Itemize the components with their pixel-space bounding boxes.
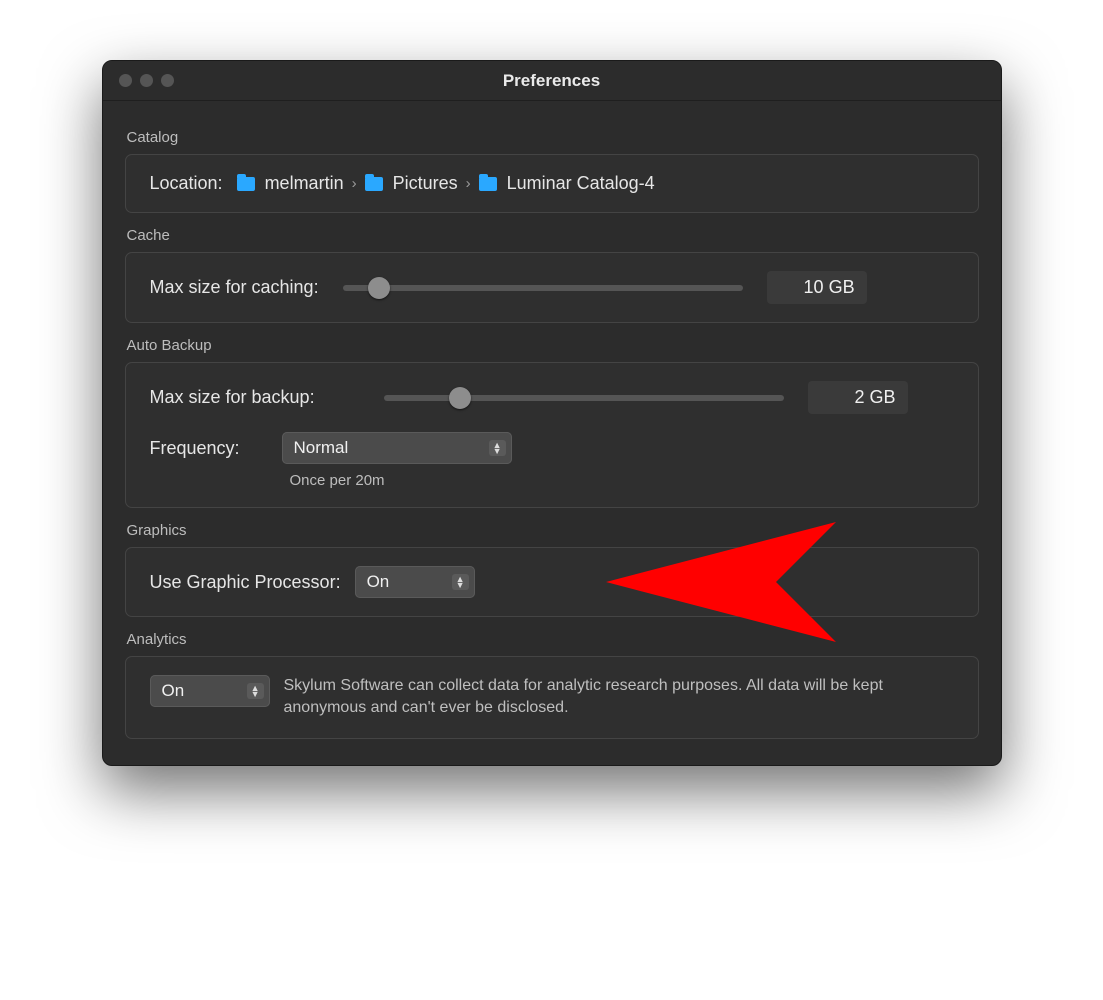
folder-icon: [479, 177, 497, 191]
path-segment: Luminar Catalog-4: [507, 173, 655, 194]
backup-size-slider[interactable]: [384, 395, 784, 401]
frequency-hint: Once per 20m: [290, 472, 954, 489]
minimize-window-button[interactable]: [140, 74, 153, 87]
section-label-backup: Auto Backup: [127, 337, 979, 354]
cache-size-slider[interactable]: [343, 285, 743, 291]
gpu-label: Use Graphic Processor:: [150, 572, 341, 593]
close-window-button[interactable]: [119, 74, 132, 87]
cache-size-value[interactable]: 10 GB: [767, 271, 867, 304]
path-segment: melmartin: [265, 173, 344, 194]
analytics-description: Skylum Software can collect data for ana…: [284, 675, 954, 720]
analytics-select[interactable]: On ▲▼: [150, 675, 270, 707]
section-label-analytics: Analytics: [127, 631, 979, 648]
folder-icon: [237, 177, 255, 191]
location-label: Location:: [150, 173, 223, 194]
slider-knob[interactable]: [449, 387, 471, 409]
catalog-path-breadcrumb[interactable]: melmartin › Pictures › Luminar Catalog-4: [237, 173, 655, 194]
window-controls: [103, 74, 174, 87]
frequency-label: Frequency:: [150, 438, 268, 459]
cache-panel: Max size for caching: 10 GB: [125, 252, 979, 323]
graphics-panel: Use Graphic Processor: On ▲▼: [125, 547, 979, 617]
backup-max-label: Max size for backup:: [150, 387, 360, 408]
chevron-right-icon: ›: [466, 175, 471, 192]
frequency-select[interactable]: Normal ▲▼: [282, 432, 512, 464]
section-label-cache: Cache: [127, 227, 979, 244]
section-label-catalog: Catalog: [127, 129, 979, 146]
preferences-window: Preferences Catalog Location: melmartin …: [102, 60, 1002, 766]
backup-size-value[interactable]: 2 GB: [808, 381, 908, 414]
analytics-value: On: [162, 681, 185, 701]
gpu-select[interactable]: On ▲▼: [355, 566, 475, 598]
updown-arrows-icon: ▲▼: [247, 683, 264, 699]
titlebar[interactable]: Preferences: [103, 61, 1001, 101]
frequency-value: Normal: [294, 438, 349, 458]
section-label-graphics: Graphics: [127, 522, 979, 539]
cache-max-label: Max size for caching:: [150, 277, 319, 298]
preferences-content: Catalog Location: melmartin › Pictures ›…: [103, 101, 1001, 765]
gpu-value: On: [367, 572, 390, 592]
updown-arrows-icon: ▲▼: [489, 440, 506, 456]
backup-panel: Max size for backup: 2 GB Frequency: Nor…: [125, 362, 979, 508]
updown-arrows-icon: ▲▼: [452, 574, 469, 590]
zoom-window-button[interactable]: [161, 74, 174, 87]
path-segment: Pictures: [393, 173, 458, 194]
slider-knob[interactable]: [368, 277, 390, 299]
analytics-panel: On ▲▼ Skylum Software can collect data f…: [125, 656, 979, 739]
chevron-right-icon: ›: [352, 175, 357, 192]
folder-icon: [365, 177, 383, 191]
window-title: Preferences: [103, 71, 1001, 91]
catalog-panel: Location: melmartin › Pictures › Luminar…: [125, 154, 979, 213]
